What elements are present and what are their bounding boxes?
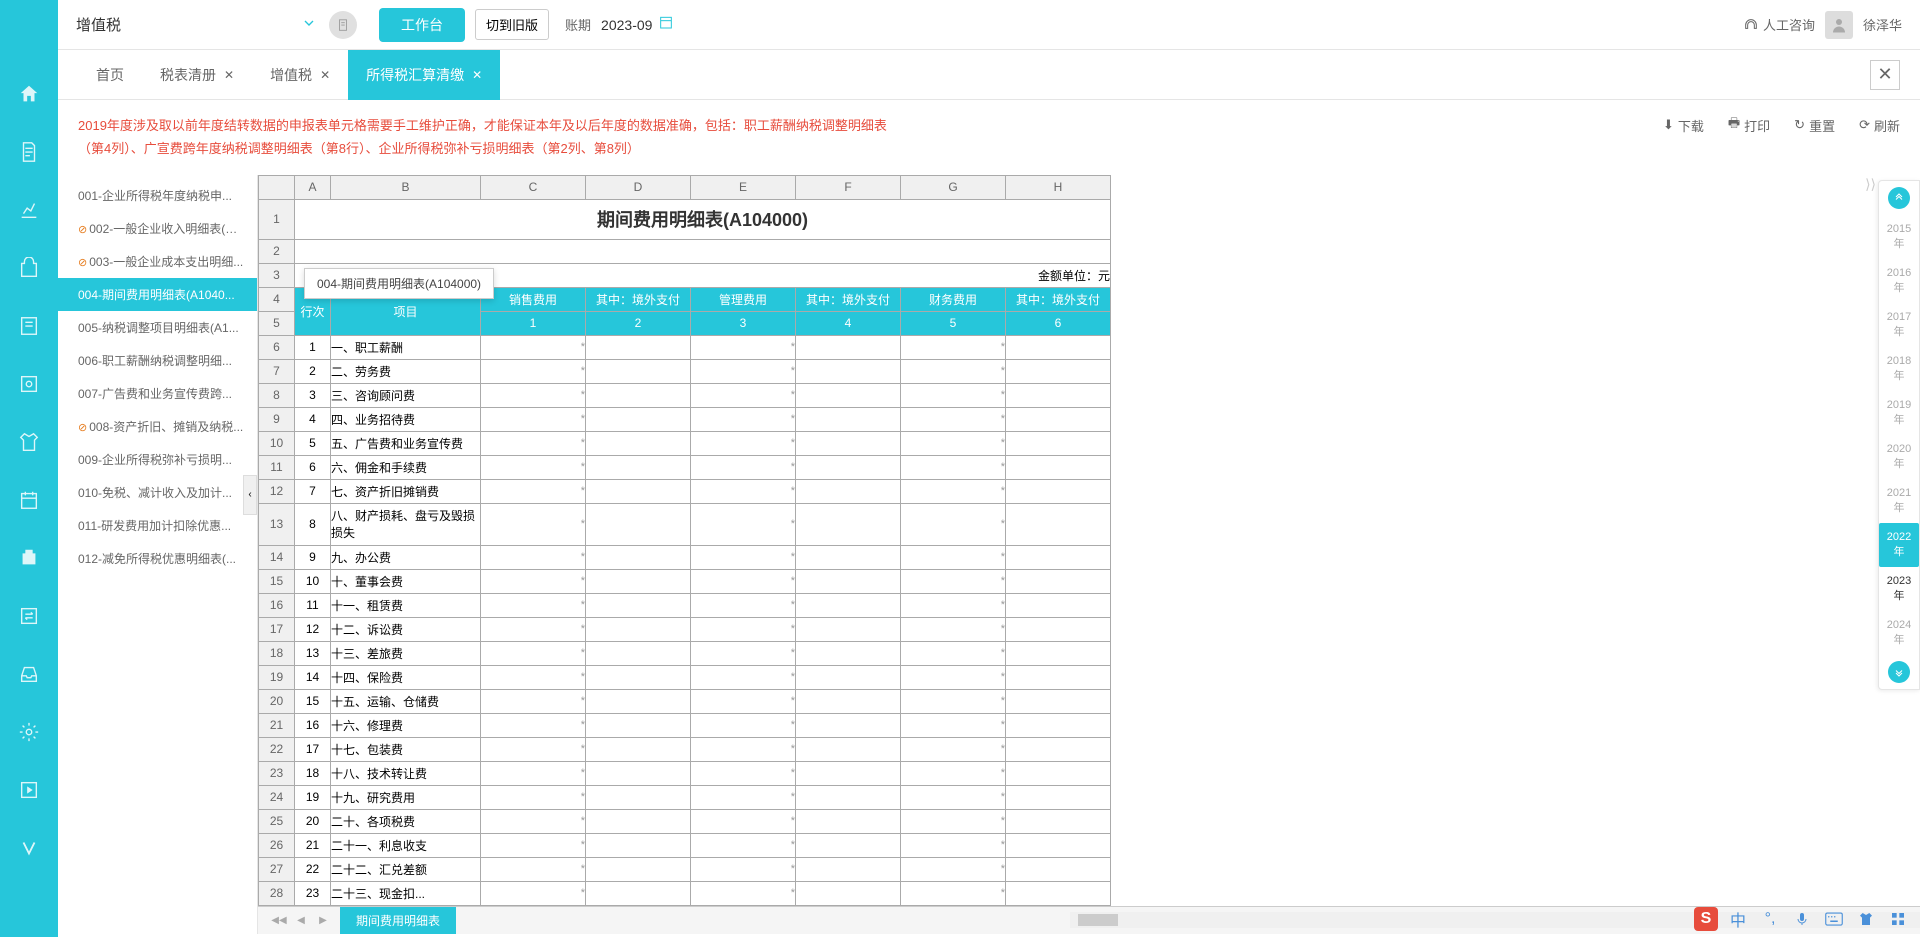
year-panel: 2015年2016年2017年2018年2019年2020年2021年2022年… bbox=[1878, 180, 1920, 690]
form-nav-item[interactable]: 007-广告费和业务宣传费跨... bbox=[58, 377, 257, 410]
left-sidebar bbox=[0, 0, 58, 937]
workbench-button[interactable]: 工作台 bbox=[379, 8, 465, 42]
year-item[interactable]: 2015年 bbox=[1879, 215, 1919, 259]
form-nav-item[interactable]: ⊘008-资产折旧、摊销及纳税... bbox=[58, 410, 257, 443]
warning-bar: 2019年度涉及取以前年度结转数据的申报表单元格需要手工维护正确，才能保证本年及… bbox=[58, 100, 1920, 175]
form-nav-item[interactable]: 011-研发费用加计扣除优惠... bbox=[58, 509, 257, 542]
consult-label: 人工咨询 bbox=[1763, 15, 1815, 34]
form-nav-item[interactable]: 009-企业所得税弥补亏损明... bbox=[58, 443, 257, 476]
sheet-prev-button[interactable]: ◀ bbox=[290, 909, 312, 931]
close-all-tabs-button[interactable]: ✕ bbox=[1870, 60, 1900, 90]
warning-icon: ⊘ bbox=[78, 257, 87, 269]
form-nav-item[interactable]: 006-职工薪酬纳税调整明细... bbox=[58, 344, 257, 377]
reset-button[interactable]: ↻ 重置 bbox=[1794, 114, 1835, 136]
year-item[interactable]: 2022年 bbox=[1879, 523, 1919, 567]
warning-icon: ⊘ bbox=[78, 422, 87, 434]
home-icon[interactable] bbox=[15, 80, 43, 108]
doc-icon[interactable] bbox=[15, 138, 43, 166]
switch-old-button[interactable]: 切到旧版 bbox=[475, 9, 549, 40]
year-item[interactable]: 2023年 bbox=[1879, 567, 1919, 611]
form-nav-item[interactable]: ⊘002-一般企业收入明细表(A1... bbox=[58, 212, 257, 245]
year-item[interactable]: 2024年 bbox=[1879, 611, 1919, 655]
year-item[interactable]: 2018年 bbox=[1879, 347, 1919, 391]
form-nav-tooltip: 004-期间费用明细表(A104000) bbox=[304, 268, 494, 299]
year-item[interactable]: 2021年 bbox=[1879, 479, 1919, 523]
content-area: 2019年度涉及取以前年度结转数据的申报表单元格需要手工维护正确，才能保证本年及… bbox=[58, 100, 1920, 937]
year-item[interactable]: 2016年 bbox=[1879, 259, 1919, 303]
tabs-bar: 首页税表清册✕增值税✕所得税汇算清缴✕ ✕ bbox=[58, 50, 1920, 100]
form-nav-item[interactable]: 010-免税、减计收入及加计... bbox=[58, 476, 257, 509]
refresh-button[interactable]: ⟳ 刷新 bbox=[1859, 114, 1900, 136]
ime-bar: S 中 °, bbox=[1694, 907, 1910, 931]
spreadsheet[interactable]: ABCDEFGH1期间费用明细表(A104000)23金额单位：元4行次项目销售… bbox=[258, 175, 1920, 906]
consult-button[interactable]: 人工咨询 bbox=[1743, 15, 1815, 34]
year-scroll-down-button[interactable] bbox=[1888, 661, 1910, 683]
tab-close-icon[interactable]: ✕ bbox=[224, 68, 234, 82]
tab-close-icon[interactable]: ✕ bbox=[320, 68, 330, 82]
ime-mic-icon[interactable] bbox=[1790, 907, 1814, 931]
warning-icon: ⊘ bbox=[78, 224, 87, 236]
tax-icon[interactable] bbox=[15, 544, 43, 572]
inbox-icon[interactable] bbox=[15, 660, 43, 688]
spreadsheet-wrapper: ABCDEFGH1期间费用明细表(A104000)23金额单位：元4行次项目销售… bbox=[258, 175, 1920, 934]
v-icon[interactable] bbox=[15, 834, 43, 862]
user-name: 徐泽华 bbox=[1863, 15, 1902, 34]
form-nav-item[interactable]: 012-减免所得税优惠明细表(... bbox=[58, 542, 257, 575]
nav-collapse-button[interactable]: ‹ bbox=[243, 475, 257, 515]
shirt-icon[interactable] bbox=[15, 428, 43, 456]
print-button[interactable]: 🖶 打印 bbox=[1728, 114, 1770, 136]
stamp-icon[interactable] bbox=[15, 370, 43, 398]
transfer-icon[interactable] bbox=[15, 602, 43, 630]
tab-首页[interactable]: 首页 bbox=[78, 50, 142, 100]
download-button[interactable]: ⬇ 下载 bbox=[1663, 114, 1704, 136]
calendar-picker-icon[interactable] bbox=[658, 14, 674, 35]
header-title: 增值税 bbox=[76, 14, 121, 35]
ime-toolbox-icon[interactable] bbox=[1886, 907, 1910, 931]
calendar-icon[interactable] bbox=[15, 486, 43, 514]
sheet-tabs-bar: ◀◀ ◀ ▶ 期间费用明细表 bbox=[258, 906, 1920, 934]
tab-增值税[interactable]: 增值税✕ bbox=[252, 50, 348, 100]
dropdown-icon[interactable] bbox=[301, 15, 317, 34]
form-nav-item[interactable]: 005-纳税调整项目明细表(A1... bbox=[58, 311, 257, 344]
bag-icon[interactable] bbox=[15, 254, 43, 282]
chart-icon[interactable] bbox=[15, 196, 43, 224]
panel-expand-icon[interactable]: ⟩⟩ bbox=[1865, 176, 1876, 193]
form-nav-item[interactable]: 001-企业所得税年度纳税申... bbox=[58, 179, 257, 212]
sheet-next-button[interactable]: ▶ bbox=[312, 909, 334, 931]
ime-lang-icon[interactable]: 中 bbox=[1726, 907, 1750, 931]
tab-close-icon[interactable]: ✕ bbox=[472, 68, 482, 82]
header-doc-button[interactable] bbox=[329, 11, 357, 39]
warning-text: 2019年度涉及取以前年度结转数据的申报表单元格需要手工维护正确，才能保证本年及… bbox=[78, 114, 898, 161]
report-icon[interactable] bbox=[15, 312, 43, 340]
year-scroll-up-button[interactable] bbox=[1888, 187, 1910, 209]
play-icon[interactable] bbox=[15, 776, 43, 804]
gear-icon[interactable] bbox=[15, 718, 43, 746]
tab-税表清册[interactable]: 税表清册✕ bbox=[142, 50, 252, 100]
year-item[interactable]: 2020年 bbox=[1879, 435, 1919, 479]
form-nav: 001-企业所得税年度纳税申...⊘002-一般企业收入明细表(A1...⊘00… bbox=[58, 175, 258, 934]
form-nav-item[interactable]: 004-期间费用明细表(A1040... bbox=[58, 278, 257, 311]
top-header: 增值税 工作台 切到旧版 账期 2023-09 人工咨询 徐泽华 bbox=[58, 0, 1920, 50]
period-value[interactable]: 2023-09 bbox=[601, 17, 652, 33]
ime-s-icon[interactable]: S bbox=[1694, 907, 1718, 931]
sheet-tab[interactable]: 期间费用明细表 bbox=[340, 907, 456, 934]
ime-punct-icon[interactable]: °, bbox=[1758, 907, 1782, 931]
period-label: 账期 bbox=[565, 15, 591, 34]
user-avatar[interactable] bbox=[1825, 11, 1853, 39]
form-nav-item[interactable]: ⊘003-一般企业成本支出明细... bbox=[58, 245, 257, 278]
tab-所得税汇算清缴[interactable]: 所得税汇算清缴✕ bbox=[348, 50, 500, 100]
ime-skin-icon[interactable] bbox=[1854, 907, 1878, 931]
sheet-first-button[interactable]: ◀◀ bbox=[268, 909, 290, 931]
ime-keyboard-icon[interactable] bbox=[1822, 907, 1846, 931]
year-item[interactable]: 2017年 bbox=[1879, 303, 1919, 347]
year-item[interactable]: 2019年 bbox=[1879, 391, 1919, 435]
